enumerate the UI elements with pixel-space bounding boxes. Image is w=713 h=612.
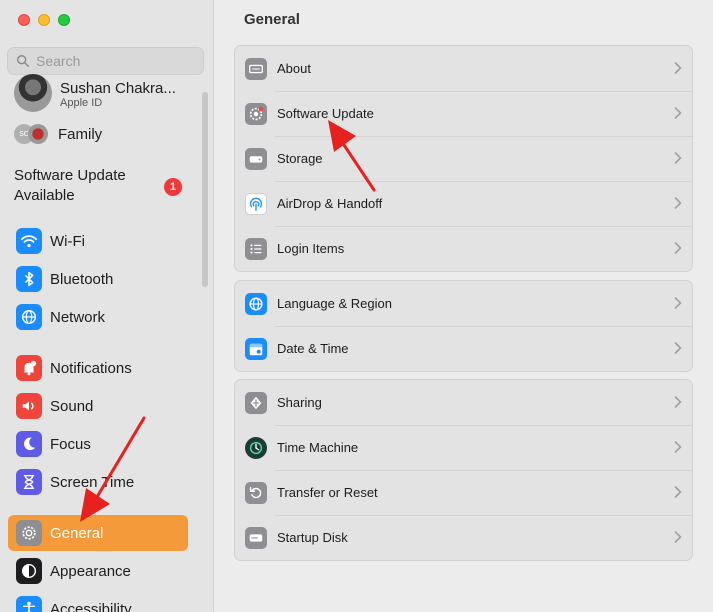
zoom-window-button[interactable] [58,14,70,26]
sidebar-item-label: General [50,524,104,542]
minimize-window-button[interactable] [38,14,50,26]
row-label: Transfer or Reset [277,485,378,500]
row-time-machine[interactable]: Time Machine [235,425,692,470]
chevron-right-icon [674,62,682,74]
sidebar-item-focus[interactable]: Focus [8,426,188,462]
row-label: Date & Time [277,341,349,356]
row-label: Time Machine [277,440,359,455]
sidebar-item-label: Sound [50,397,94,415]
sidebar: Sushan Chakra... Apple ID SC Family Soft… [0,0,214,612]
sidebar-item-label: Notifications [50,359,132,377]
row-date-time[interactable]: Date & Time [235,326,692,371]
reset-icon [245,481,267,504]
row-sharing[interactable]: Sharing [235,380,692,425]
laptop-icon [245,57,267,80]
chevron-right-icon [674,152,682,164]
appearance-icon [16,558,42,584]
row-login-items[interactable]: Login Items [235,226,692,271]
moon-icon [16,431,42,457]
chevron-right-icon [674,486,682,498]
chevron-right-icon [674,297,682,309]
avatar [14,74,52,112]
row-storage[interactable]: Storage [235,136,692,181]
chevron-right-icon [674,342,682,354]
chevron-right-icon [674,441,682,453]
accessibility-icon [16,596,42,612]
sidebar-item-notifications[interactable]: Notifications [8,350,188,386]
sidebar-item-label: Focus [50,435,91,453]
sidebar-item-bluetooth[interactable]: Bluetooth [8,261,188,297]
disk-icon [245,526,267,549]
row-label: Storage [277,151,323,166]
globe-icon [16,304,42,330]
chevron-right-icon [674,107,682,119]
row-language-region[interactable]: Language & Region [235,281,692,326]
calendar-icon [245,337,267,360]
sidebar-scrollbar[interactable] [202,92,208,287]
row-label: About [277,61,311,76]
row-about[interactable]: About [235,46,692,91]
chevron-right-icon [674,197,682,209]
sidebar-item-label: Appearance [50,562,131,580]
row-software-update[interactable]: Software Update [235,91,692,136]
row-transfer-reset[interactable]: Transfer or Reset [235,470,692,515]
window-controls [18,14,70,26]
search-icon [17,55,29,67]
row-label: Startup Disk [277,530,348,545]
chevron-right-icon [674,396,682,408]
chevron-right-icon [674,531,682,543]
wifi-icon [16,228,42,254]
sidebar-item-wifi[interactable]: Wi-Fi [8,223,188,259]
sidebar-item-network[interactable]: Network [8,299,188,335]
settings-group-locale: Language & Region Date & Time [234,280,693,372]
apple-id-profile[interactable]: Sushan Chakra... Apple ID [14,74,176,112]
sidebar-item-label: Accessibility [50,600,132,612]
gear-badge-icon [245,102,267,125]
sidebar-item-label: Wi-Fi [50,232,85,250]
airdrop-icon [245,192,267,215]
speaker-icon [16,393,42,419]
row-label: Login Items [277,241,345,256]
row-airdrop-handoff[interactable]: AirDrop & Handoff [235,181,692,226]
sidebar-item-accessibility[interactable]: Accessibility [8,591,188,612]
row-label: AirDrop & Handoff [277,196,383,211]
sidebar-item-label: Network [50,308,106,326]
sharing-icon [245,391,267,414]
time-machine-icon [245,436,267,459]
bluetooth-icon [16,266,42,292]
row-label: Software Update [277,106,374,121]
bell-icon [16,355,42,381]
sidebar-item-label: Family [58,125,103,143]
update-count-badge: 1 [164,178,182,196]
drive-icon [245,147,267,170]
sidebar-item-family[interactable]: SC Family [14,124,102,144]
settings-group-maintenance: Sharing Time Machine Transfer or Reset S… [234,379,693,561]
hourglass-icon [16,469,42,495]
profile-name: Sushan Chakra... [60,79,176,97]
sidebar-item-label: Bluetooth [50,270,114,288]
family-icon: SC [14,124,48,144]
list-icon [245,237,267,260]
sidebar-item-sound[interactable]: Sound [8,388,188,424]
sidebar-item-label: Screen Time [50,473,135,491]
globe-icon [245,292,267,315]
row-label: Sharing [277,395,322,410]
sidebar-item-appearance[interactable]: Appearance [8,553,188,589]
software-update-available-label: Software Update Available [14,167,126,204]
main-pane: General About Software Update Storage Ai… [215,0,713,612]
chevron-right-icon [674,242,682,254]
search-input[interactable] [36,53,196,69]
row-startup-disk[interactable]: Startup Disk [235,515,692,560]
row-label: Language & Region [277,296,392,311]
sidebar-item-general[interactable]: General [8,515,188,551]
settings-group-system: About Software Update Storage AirDrop & … [234,45,693,272]
close-window-button[interactable] [18,14,30,26]
profile-subtitle: Apple ID [60,96,103,109]
gear-icon [16,520,42,546]
sidebar-item-screen-time[interactable]: Screen Time [8,464,188,500]
search-field[interactable] [7,47,204,75]
page-title: General [244,11,300,28]
software-update-available[interactable]: Software Update Available 1 [14,166,194,206]
